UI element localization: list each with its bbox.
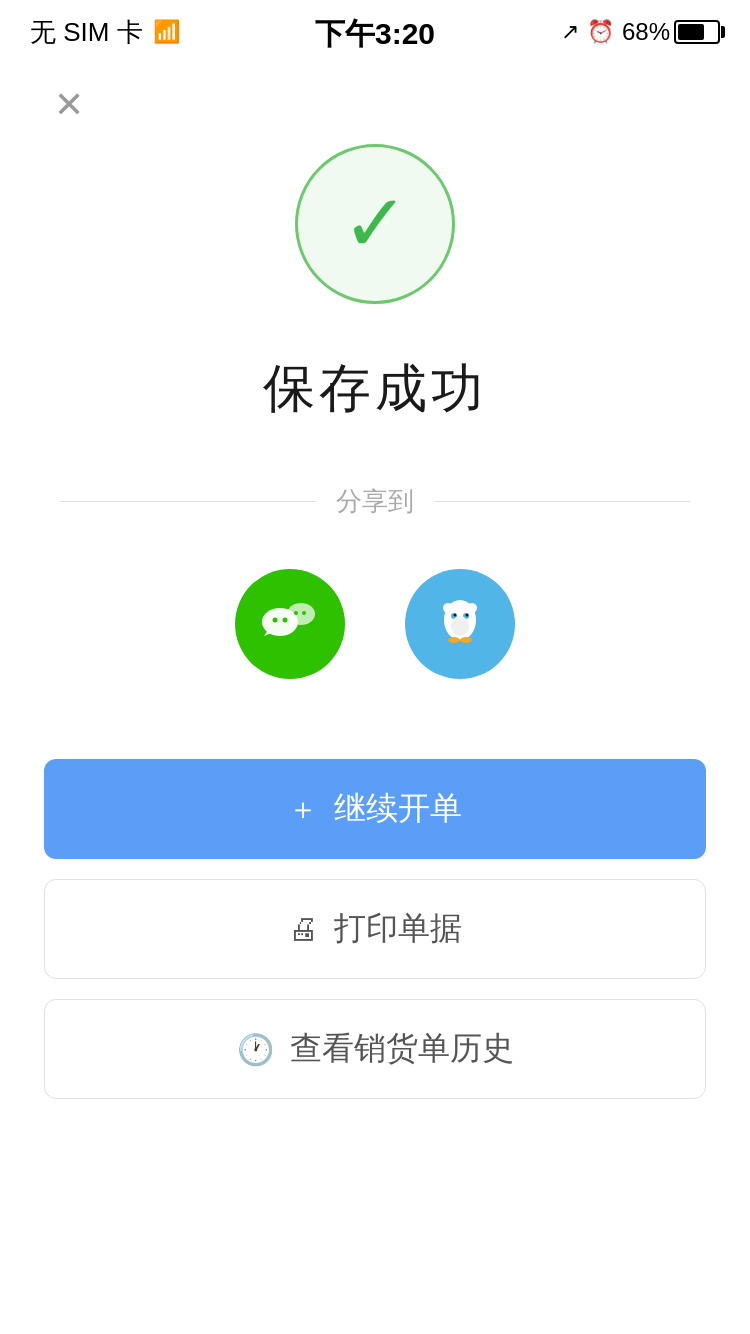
svg-point-4 bbox=[294, 611, 298, 615]
no-sim-text: 无 SIM 卡 bbox=[30, 15, 143, 50]
qq-icon bbox=[428, 592, 492, 656]
print-icon: 🖨 bbox=[288, 912, 318, 946]
share-label: 分享到 bbox=[336, 484, 414, 519]
success-title: 保存成功 bbox=[263, 354, 487, 424]
svg-point-12 bbox=[451, 616, 469, 636]
history-icon: 🕐 bbox=[237, 1032, 274, 1067]
svg-point-5 bbox=[302, 611, 306, 615]
svg-point-1 bbox=[287, 603, 315, 625]
svg-point-16 bbox=[467, 603, 477, 613]
wechat-icon bbox=[258, 592, 322, 656]
svg-point-15 bbox=[443, 603, 453, 613]
svg-point-14 bbox=[460, 637, 472, 643]
svg-point-10 bbox=[466, 614, 469, 617]
svg-point-2 bbox=[273, 618, 278, 623]
svg-point-9 bbox=[454, 614, 457, 617]
history-label: 查看销货单历史 bbox=[290, 1027, 514, 1071]
main-content: ✓ 保存成功 分享到 bbox=[0, 64, 750, 1099]
continue-order-button[interactable]: ＋ 继续开单 bbox=[44, 759, 706, 859]
status-bar: 无 SIM 卡 📶 下午3:20 ↗ ⏰ 68% bbox=[0, 0, 750, 64]
alarm-icon: ⏰ bbox=[587, 19, 614, 45]
battery-fill bbox=[678, 24, 704, 40]
wifi-icon: 📶 bbox=[153, 19, 180, 45]
battery-percent: 68% bbox=[622, 18, 670, 46]
svg-point-13 bbox=[448, 637, 460, 643]
actions: ＋ 继续开单 🖨 打印单据 🕐 查看销货单历史 bbox=[0, 759, 750, 1099]
divider-line-left bbox=[60, 501, 316, 502]
battery-block: 68% bbox=[622, 18, 720, 46]
share-divider: 分享到 bbox=[0, 484, 750, 519]
location-icon: ↗ bbox=[561, 19, 579, 45]
print-button[interactable]: 🖨 打印单据 bbox=[44, 879, 706, 979]
history-button[interactable]: 🕐 查看销货单历史 bbox=[44, 999, 706, 1099]
battery-bar bbox=[674, 20, 720, 44]
divider-line-right bbox=[434, 501, 690, 502]
print-label: 打印单据 bbox=[334, 907, 462, 951]
wechat-share-button[interactable] bbox=[235, 569, 345, 679]
close-button[interactable]: ✕ bbox=[44, 80, 94, 130]
close-icon: ✕ bbox=[54, 87, 84, 123]
status-right: ↗ ⏰ 68% bbox=[561, 18, 720, 46]
qq-share-button[interactable] bbox=[405, 569, 515, 679]
share-icons bbox=[235, 569, 515, 679]
checkmark-icon: ✓ bbox=[342, 184, 409, 264]
svg-point-3 bbox=[283, 618, 288, 623]
status-time: 下午3:20 bbox=[315, 14, 435, 55]
continue-icon: ＋ bbox=[288, 789, 318, 830]
status-left: 无 SIM 卡 📶 bbox=[30, 15, 180, 50]
continue-label: 继续开单 bbox=[334, 787, 462, 831]
success-circle: ✓ bbox=[295, 144, 455, 304]
